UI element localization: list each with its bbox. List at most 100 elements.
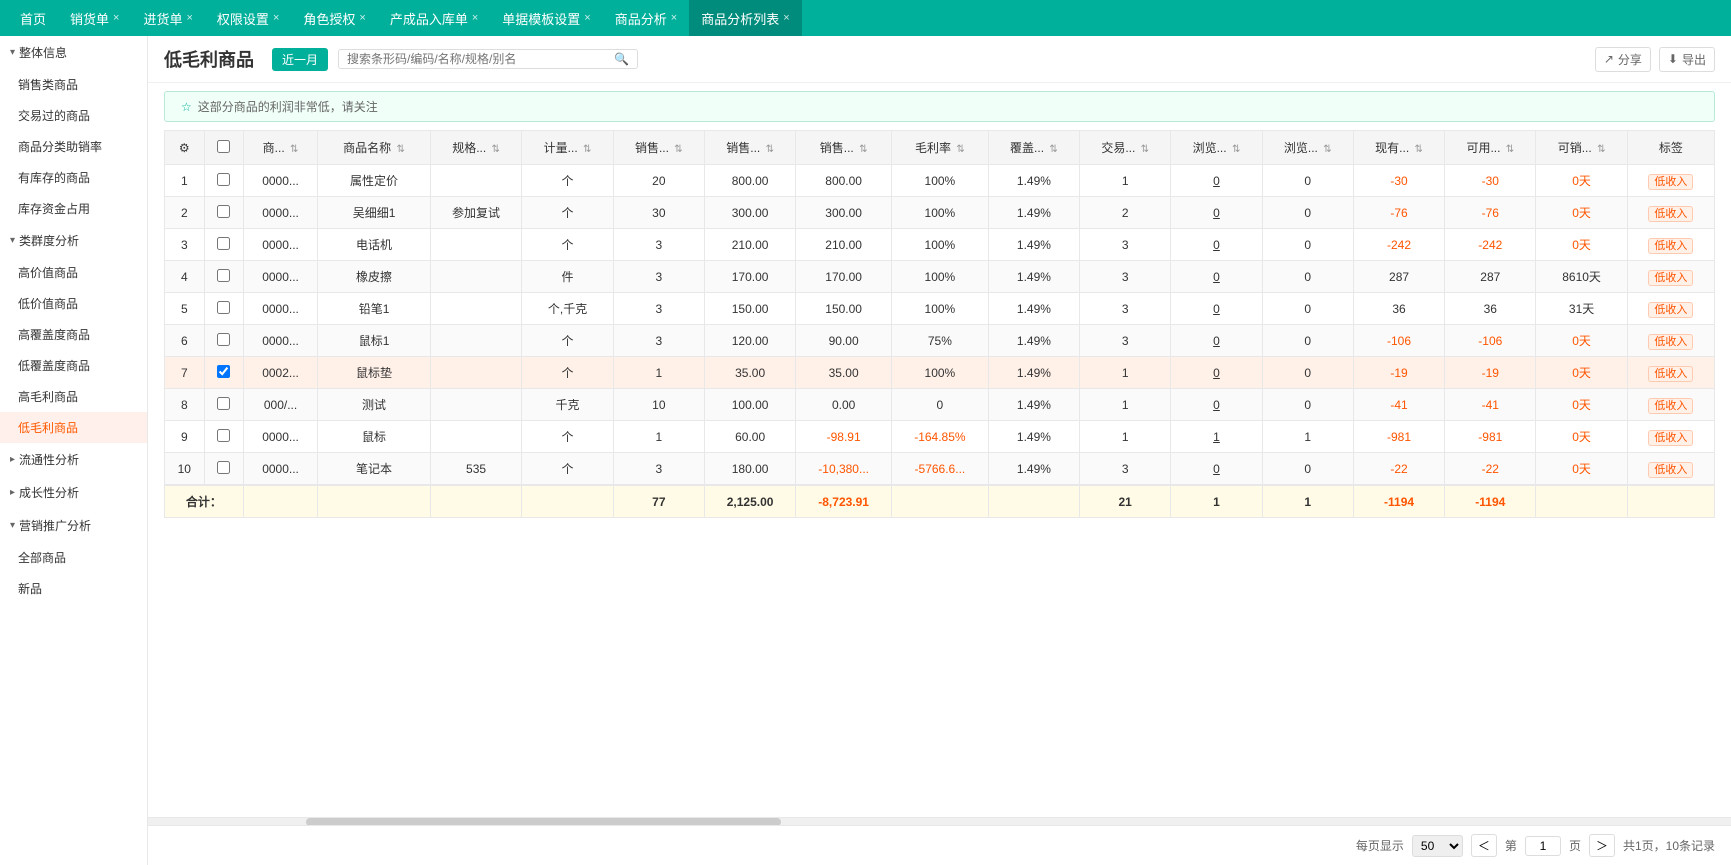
share-button[interactable]: ↗ 分享 <box>1595 47 1651 72</box>
col-trade-count[interactable]: 交易... ⇅ <box>1080 131 1171 165</box>
export-button[interactable]: ⬇ 导出 <box>1659 47 1715 72</box>
nav-close-sales[interactable]: × <box>113 12 119 24</box>
sidebar-item-high-value[interactable]: 高价值商品 <box>0 257 147 288</box>
col-code[interactable]: 商... ⇅ <box>243 131 318 165</box>
prev-page-button[interactable]: ＜ <box>1471 834 1497 857</box>
sidebar-item-low-margin[interactable]: 低毛利商品 <box>0 412 147 443</box>
col-available[interactable]: 可用... ⇅ <box>1445 131 1536 165</box>
row-checkbox[interactable] <box>204 325 243 357</box>
row-trade-count: 1 <box>1080 165 1171 197</box>
nav-sales-order[interactable]: 销货单 × <box>58 0 131 36</box>
row-checkbox[interactable] <box>204 229 243 261</box>
search-icon[interactable]: 🔍 <box>614 52 629 66</box>
nav-template[interactable]: 单据模板设置 × <box>490 0 602 36</box>
row-browse1[interactable]: 0 <box>1171 453 1262 486</box>
row-browse1[interactable]: 0 <box>1171 261 1262 293</box>
sidebar-item-category-rate[interactable]: 商品分类助销率 <box>0 131 147 162</box>
nav-product-analysis[interactable]: 商品分析 × <box>603 0 689 36</box>
row-checkbox[interactable] <box>204 421 243 453</box>
nav-close-purchase[interactable]: × <box>186 12 192 24</box>
search-input[interactable] <box>347 52 610 66</box>
filter-recent-month-button[interactable]: 近一月 <box>272 48 328 71</box>
nav-product-inbound[interactable]: 产成品入库单 × <box>378 0 490 36</box>
row-checkbox[interactable] <box>204 261 243 293</box>
row-unit: 个 <box>522 453 613 486</box>
nav-role-auth[interactable]: 角色授权 × <box>291 0 377 36</box>
row-browse1[interactable]: 0 <box>1171 325 1262 357</box>
col-sales-amount[interactable]: 销售... ⇅ <box>704 131 795 165</box>
horizontal-scrollbar[interactable] <box>148 817 1731 825</box>
sidebar-group-marketing[interactable]: ▾ 营销推广分析 <box>0 509 147 542</box>
row-sales-amount: 300.00 <box>704 197 795 229</box>
nav-product-analysis-list[interactable]: 商品分析列表 × <box>689 0 801 36</box>
row-browse1[interactable]: 0 <box>1171 293 1262 325</box>
col-saleable[interactable]: 可销... ⇅ <box>1536 131 1627 165</box>
sidebar-item-low-coverage[interactable]: 低覆盖度商品 <box>0 350 147 381</box>
sidebar-item-high-margin[interactable]: 高毛利商品 <box>0 381 147 412</box>
row-browse1[interactable]: 0 <box>1171 389 1262 421</box>
row-no: 1 <box>165 165 205 197</box>
col-gross-margin[interactable]: 毛利率 ⇅ <box>892 131 989 165</box>
row-checkbox[interactable] <box>204 197 243 229</box>
row-available: -981 <box>1445 421 1536 453</box>
page-number-input[interactable] <box>1525 836 1561 856</box>
nav-permission[interactable]: 权限设置 × <box>205 0 291 36</box>
nav-close-analysis[interactable]: × <box>671 12 677 24</box>
row-sales-qty: 3 <box>613 325 704 357</box>
col-browse1[interactable]: 浏览... ⇅ <box>1171 131 1262 165</box>
row-browse1[interactable]: 0 <box>1171 229 1262 261</box>
sidebar-group-overall[interactable]: ▾ 整体信息 <box>0 36 147 69</box>
col-current-stock[interactable]: 现有... ⇅ <box>1353 131 1444 165</box>
col-unit[interactable]: 计量... ⇅ <box>522 131 613 165</box>
row-browse1[interactable]: 1 <box>1171 421 1262 453</box>
table-row: 3 0000... 电话机 个 3 210.00 210.00 100% 1.4… <box>165 229 1715 261</box>
sidebar-group-growth[interactable]: ▸ 成长性分析 <box>0 476 147 509</box>
row-browse1[interactable]: 0 <box>1171 357 1262 389</box>
row-coverage: 1.49% <box>988 325 1079 357</box>
sidebar-item-stocked-goods[interactable]: 有库存的商品 <box>0 162 147 193</box>
sidebar-item-stock-capital[interactable]: 库存资金占用 <box>0 193 147 224</box>
next-page-button[interactable]: ＞ <box>1589 834 1615 857</box>
col-spec[interactable]: 规格... ⇅ <box>430 131 522 165</box>
sidebar-item-all-goods[interactable]: 全部商品 <box>0 542 147 573</box>
row-sales-qty: 1 <box>613 421 704 453</box>
nav-purchase-order[interactable]: 进货单 × <box>131 0 204 36</box>
col-browse2[interactable]: 浏览... ⇅ <box>1262 131 1353 165</box>
tag-badge: 低收入 <box>1648 174 1693 190</box>
nav-close-analysis-list[interactable]: × <box>783 12 789 24</box>
nav-close-template[interactable]: × <box>584 12 590 24</box>
row-checkbox[interactable] <box>204 165 243 197</box>
nav-home[interactable]: 首页 <box>8 0 58 36</box>
pagination-bar: 每页显示 50 20 100 ＜ 第 页 ＞ 共1页，10条记录 <box>148 825 1731 865</box>
col-tag[interactable]: 标签 <box>1627 131 1714 165</box>
row-sales-qty: 3 <box>613 261 704 293</box>
col-checkbox[interactable] <box>204 131 243 165</box>
row-sales-amount: 100.00 <box>704 389 795 421</box>
nav-close-role[interactable]: × <box>359 12 365 24</box>
sidebar-group-cluster[interactable]: ▾ 类群度分析 <box>0 224 147 257</box>
sidebar-item-high-coverage[interactable]: 高覆盖度商品 <box>0 319 147 350</box>
row-current-stock: -76 <box>1353 197 1444 229</box>
row-browse2: 0 <box>1262 293 1353 325</box>
col-coverage[interactable]: 覆盖... ⇅ <box>988 131 1079 165</box>
row-checkbox[interactable] <box>204 453 243 486</box>
sidebar-group-flow[interactable]: ▸ 流通性分析 <box>0 443 147 476</box>
per-page-select[interactable]: 50 20 100 <box>1412 835 1463 857</box>
sidebar-item-traded-goods[interactable]: 交易过的商品 <box>0 100 147 131</box>
sidebar-item-sales-goods[interactable]: 销售类商品 <box>0 69 147 100</box>
nav-close-inbound[interactable]: × <box>472 12 478 24</box>
select-all-checkbox[interactable] <box>217 140 230 153</box>
sidebar-item-low-value[interactable]: 低价值商品 <box>0 288 147 319</box>
tag-badge: 低收入 <box>1648 430 1693 446</box>
row-browse1[interactable]: 0 <box>1171 165 1262 197</box>
row-checkbox[interactable] <box>204 357 243 389</box>
row-checkbox[interactable] <box>204 389 243 421</box>
row-browse1[interactable]: 0 <box>1171 197 1262 229</box>
col-sales-profit[interactable]: 销售... ⇅ <box>796 131 892 165</box>
col-sales-qty[interactable]: 销售... ⇅ <box>613 131 704 165</box>
col-name[interactable]: 商品名称 ⇅ <box>318 131 430 165</box>
col-settings[interactable]: ⚙ <box>165 131 205 165</box>
sidebar-item-new-goods[interactable]: 新品 <box>0 573 147 604</box>
row-checkbox[interactable] <box>204 293 243 325</box>
nav-close-permission[interactable]: × <box>273 12 279 24</box>
